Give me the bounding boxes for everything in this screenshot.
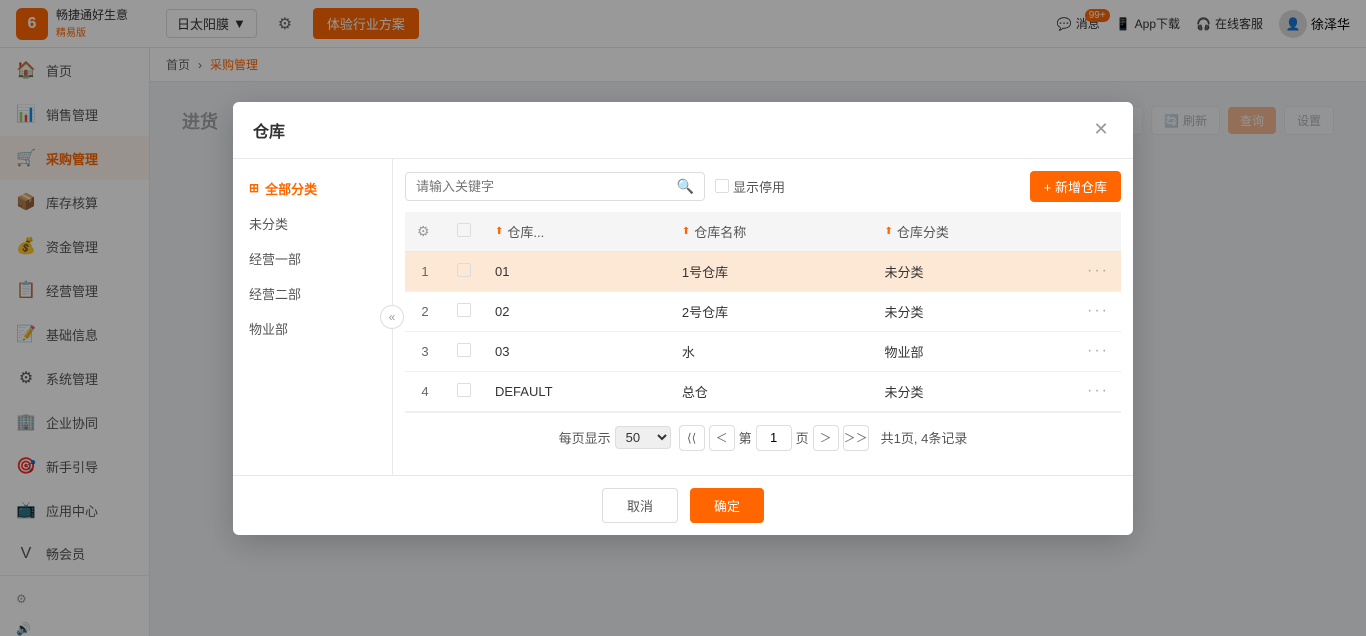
last-page-button[interactable]: ＞＞	[843, 425, 869, 451]
row-category: 未分类	[872, 251, 1075, 291]
modal-close-button[interactable]: ✕	[1089, 118, 1113, 142]
more-icon[interactable]: ···	[1087, 382, 1109, 399]
add-warehouse-button[interactable]: + 新增仓库	[1030, 171, 1121, 202]
table-area: 🔍 显示停用 + 新增仓库 ⚙	[393, 159, 1133, 475]
prev-page-button[interactable]: ＜	[709, 425, 735, 451]
more-icon[interactable]: ···	[1087, 342, 1109, 359]
row-code: DEFAULT	[483, 371, 670, 411]
category-item-经营一部[interactable]: 经营一部	[233, 241, 392, 276]
first-page-button[interactable]: ⟨⟨	[679, 425, 705, 451]
th-name: ⬆ 仓库名称	[670, 212, 873, 252]
gear-header-icon[interactable]: ⚙	[417, 223, 430, 239]
th-code: ⬆ 仓库...	[483, 212, 670, 252]
more-icon[interactable]: ···	[1087, 262, 1109, 279]
row-num: 2	[405, 291, 445, 331]
per-page-control: 每页显示 50 100 200	[559, 426, 671, 449]
table-header: ⚙ ⬆ 仓库... ⬆ 仓库名称 ⬆ 仓库分类	[405, 212, 1121, 252]
th-actions	[1075, 212, 1121, 252]
per-page-select[interactable]: 50 100 200	[615, 426, 671, 449]
row-name: 水	[670, 331, 873, 371]
category-item-经营二部[interactable]: 经营二部	[233, 276, 392, 311]
table-toolbar: 🔍 显示停用 + 新增仓库	[405, 171, 1121, 202]
row-more-actions[interactable]: ···	[1075, 371, 1121, 411]
show-disabled-checkbox[interactable]	[715, 179, 729, 193]
table-row[interactable]: 3 03 水 物业部 ···	[405, 331, 1121, 371]
th-name-label: 仓库名称	[694, 222, 746, 241]
row-name: 1号仓库	[670, 251, 873, 291]
pagination: 每页显示 50 100 200 ⟨⟨ ＜ 第 页 ＞	[405, 412, 1121, 463]
th-gear: ⚙	[405, 212, 445, 252]
modal-overlay: 仓库 ✕ ⊞全部分类未分类经营一部经营二部物业部 « 🔍	[0, 0, 1366, 636]
row-checkbox[interactable]	[457, 263, 471, 277]
row-checkbox[interactable]	[457, 343, 471, 357]
row-code: 01	[483, 251, 670, 291]
page-label: 第	[739, 428, 752, 447]
sort-icon-code: ⬆	[495, 226, 503, 237]
category-item-物业部[interactable]: 物业部	[233, 311, 392, 346]
th-code-label: 仓库...	[507, 222, 544, 241]
row-checkbox-cell[interactable]	[445, 331, 483, 371]
page-number-input[interactable]	[756, 425, 792, 451]
category-sidebar: ⊞全部分类未分类经营一部经营二部物业部 «	[233, 159, 393, 475]
row-more-actions[interactable]: ···	[1075, 331, 1121, 371]
row-checkbox-cell[interactable]	[445, 371, 483, 411]
search-input[interactable]	[416, 179, 677, 194]
modal-footer: 取消 确定	[233, 475, 1133, 535]
row-code: 02	[483, 291, 670, 331]
th-category: ⬆ 仓库分类	[872, 212, 1075, 252]
table-row[interactable]: 2 02 2号仓库 未分类 ···	[405, 291, 1121, 331]
row-more-actions[interactable]: ···	[1075, 291, 1121, 331]
row-category: 未分类	[872, 371, 1075, 411]
modal-title: 仓库	[253, 118, 285, 142]
row-category: 未分类	[872, 291, 1075, 331]
more-icon[interactable]: ···	[1087, 302, 1109, 319]
page-navigation: ⟨⟨ ＜ 第 页 ＞ ＞＞ 共1页, 4条记录	[679, 425, 968, 451]
th-checkbox	[445, 212, 483, 252]
sort-icon-category: ⬆	[884, 226, 892, 237]
table-row[interactable]: 1 01 1号仓库 未分类 ···	[405, 251, 1121, 291]
row-checkbox-cell[interactable]	[445, 291, 483, 331]
category-label: 经营一部	[249, 249, 301, 268]
row-name: 2号仓库	[670, 291, 873, 331]
table-row[interactable]: 4 DEFAULT 总仓 未分类 ···	[405, 371, 1121, 411]
th-category-label: 仓库分类	[897, 222, 949, 241]
row-category: 物业部	[872, 331, 1075, 371]
search-icon[interactable]: 🔍	[677, 178, 694, 195]
row-name: 总仓	[670, 371, 873, 411]
row-num: 3	[405, 331, 445, 371]
row-checkbox-cell[interactable]	[445, 251, 483, 291]
modal-body: ⊞全部分类未分类经营一部经营二部物业部 « 🔍 显示停用 + 新增仓库	[233, 159, 1133, 475]
search-box: 🔍	[405, 172, 705, 201]
category-label: 全部分类	[265, 179, 317, 198]
confirm-button[interactable]: 确定	[690, 488, 764, 523]
row-checkbox[interactable]	[457, 303, 471, 317]
row-num: 1	[405, 251, 445, 291]
total-info: 共1页, 4条记录	[881, 428, 968, 447]
show-disabled-label[interactable]: 显示停用	[715, 177, 785, 196]
sort-icon-name: ⬆	[682, 226, 690, 237]
row-num: 4	[405, 371, 445, 411]
row-checkbox[interactable]	[457, 383, 471, 397]
category-item-未分类[interactable]: 未分类	[233, 206, 392, 241]
modal-header: 仓库 ✕	[233, 102, 1133, 159]
table-body: 1 01 1号仓库 未分类 ··· 2 02 2号仓库 未分类 ··· 3 03…	[405, 251, 1121, 411]
table-scroll-area: ⚙ ⬆仓库... ⬆仓库名称 ⬆仓库分类 1 01 1号仓库 未分	[405, 212, 1121, 412]
category-label: 未分类	[249, 214, 288, 233]
select-all-checkbox[interactable]	[457, 223, 471, 237]
per-page-label: 每页显示	[559, 428, 611, 447]
row-code: 03	[483, 331, 670, 371]
category-label: 物业部	[249, 319, 288, 338]
category-item-全部分类[interactable]: ⊞ 全部分类	[233, 171, 392, 206]
cancel-button[interactable]: 取消	[602, 488, 678, 523]
next-page-button[interactable]: ＞	[813, 425, 839, 451]
warehouse-modal: 仓库 ✕ ⊞全部分类未分类经营一部经营二部物业部 « 🔍	[233, 102, 1133, 535]
page-suffix: 页	[796, 428, 809, 447]
warehouse-table: ⚙ ⬆仓库... ⬆仓库名称 ⬆仓库分类 1 01 1号仓库 未分	[405, 212, 1121, 412]
category-icon: ⊞	[249, 181, 259, 195]
row-more-actions[interactable]: ···	[1075, 251, 1121, 291]
category-toggle-button[interactable]: «	[380, 305, 404, 329]
category-label: 经营二部	[249, 284, 301, 303]
